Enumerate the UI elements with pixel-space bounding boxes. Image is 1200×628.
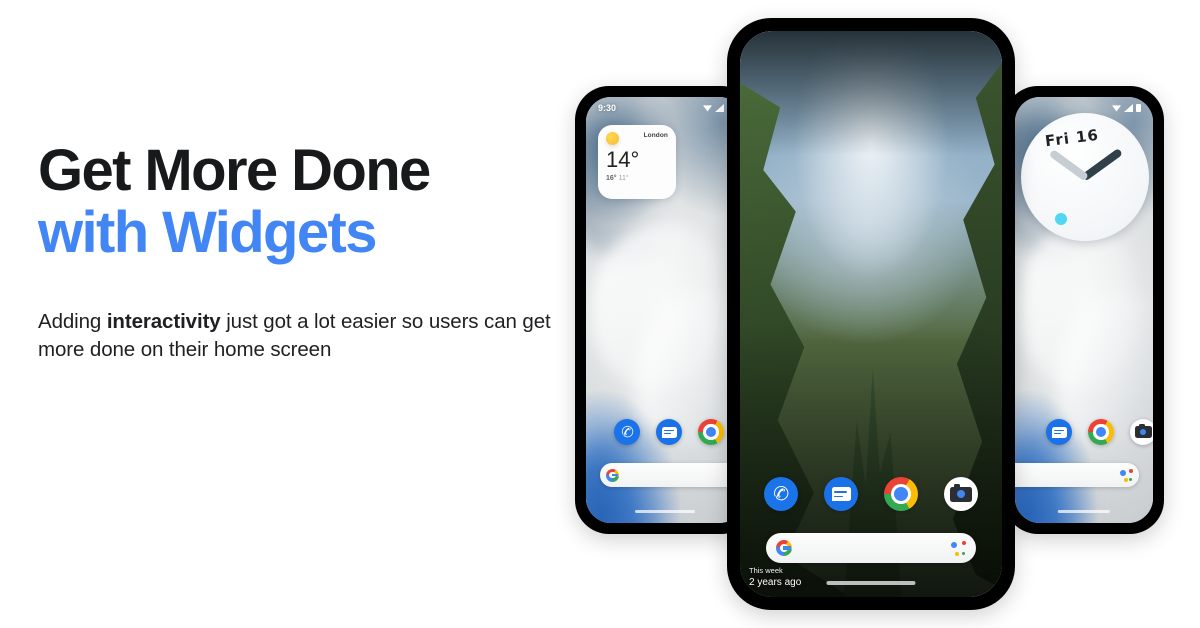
weather-low: 11°: [618, 175, 629, 182]
chrome-app-icon[interactable]: [884, 477, 918, 511]
hero-subcopy: Adding interactivity just got a lot easi…: [38, 308, 558, 365]
clock-minute-hand: [1048, 149, 1089, 182]
headline-line-1: Get More Done: [38, 138, 431, 203]
weather-high-low: 16° 11°: [606, 175, 668, 182]
phone-screen-left: 9:30 London 14° 16° 11° ✆: [586, 97, 744, 523]
phone-screen-center: 9:30 Grocery list Milk Eggs: [740, 31, 1002, 597]
google-search-bar[interactable]: [766, 533, 976, 563]
google-g-icon: [606, 468, 619, 482]
messages-app-icon[interactable]: [656, 419, 682, 445]
promo-banner: Get More Done with Widgets Adding intera…: [0, 0, 1200, 628]
chrome-app-icon[interactable]: [1088, 419, 1114, 445]
chrome-app-icon[interactable]: [698, 419, 724, 445]
phone-mockup-right: Fri 16: [1004, 86, 1164, 534]
google-search-bar[interactable]: [600, 463, 744, 487]
weather-temperature: 14°: [606, 147, 640, 172]
status-bar: 9:30: [586, 97, 744, 119]
home-indicator: [1057, 510, 1111, 513]
signal-icon: [1124, 104, 1133, 112]
phone-screen-right: Fri 16: [1015, 97, 1153, 523]
google-g-icon: [776, 540, 792, 556]
phone-app-icon[interactable]: ✆: [614, 419, 640, 445]
phone-app-icon[interactable]: ✆: [764, 477, 798, 511]
clock-day-label: Fri 16: [1044, 125, 1100, 151]
camera-app-icon[interactable]: [1130, 419, 1153, 445]
app-dock: ✆: [586, 419, 744, 445]
hero-copy: Get More Done with Widgets Adding intera…: [38, 138, 558, 365]
sun-icon: [606, 132, 619, 145]
weather-city: London: [643, 132, 668, 139]
page-title: Get More Done with Widgets: [38, 138, 558, 266]
app-dock: ✆: [740, 477, 1002, 511]
status-icons: [1112, 104, 1141, 112]
clock-accent-dot: [1055, 213, 1067, 225]
clock-widget[interactable]: Fri 16: [1021, 113, 1149, 241]
wifi-icon: [1112, 105, 1121, 112]
weather-high: 16°: [606, 175, 617, 182]
camera-app-icon[interactable]: [944, 477, 978, 511]
subcopy-emphasis: interactivity: [106, 310, 221, 334]
weather-top-row: London: [606, 132, 668, 145]
google-search-bar[interactable]: [1015, 463, 1139, 487]
messages-app-icon[interactable]: [824, 477, 858, 511]
app-dock: [1015, 419, 1153, 445]
wifi-icon: [703, 105, 712, 112]
home-indicator: [634, 510, 696, 513]
messages-app-icon[interactable]: [1046, 419, 1072, 445]
headline-line-2: with Widgets: [38, 200, 378, 266]
assistant-icon: [951, 540, 966, 556]
battery-icon: [1136, 104, 1141, 112]
assistant-icon: [1120, 468, 1133, 482]
phone-mockup-center: 9:30 Grocery list Milk Eggs: [727, 18, 1015, 610]
status-time: 9:30: [598, 103, 617, 113]
photo-gradient: [740, 31, 1002, 597]
photo-memories-widget[interactable]: This week 2 years ago: [740, 31, 1002, 597]
subcopy-before: Adding: [38, 310, 107, 334]
home-indicator: [826, 581, 916, 585]
signal-icon: [715, 104, 724, 112]
weather-widget[interactable]: London 14° 16° 11°: [598, 125, 676, 199]
